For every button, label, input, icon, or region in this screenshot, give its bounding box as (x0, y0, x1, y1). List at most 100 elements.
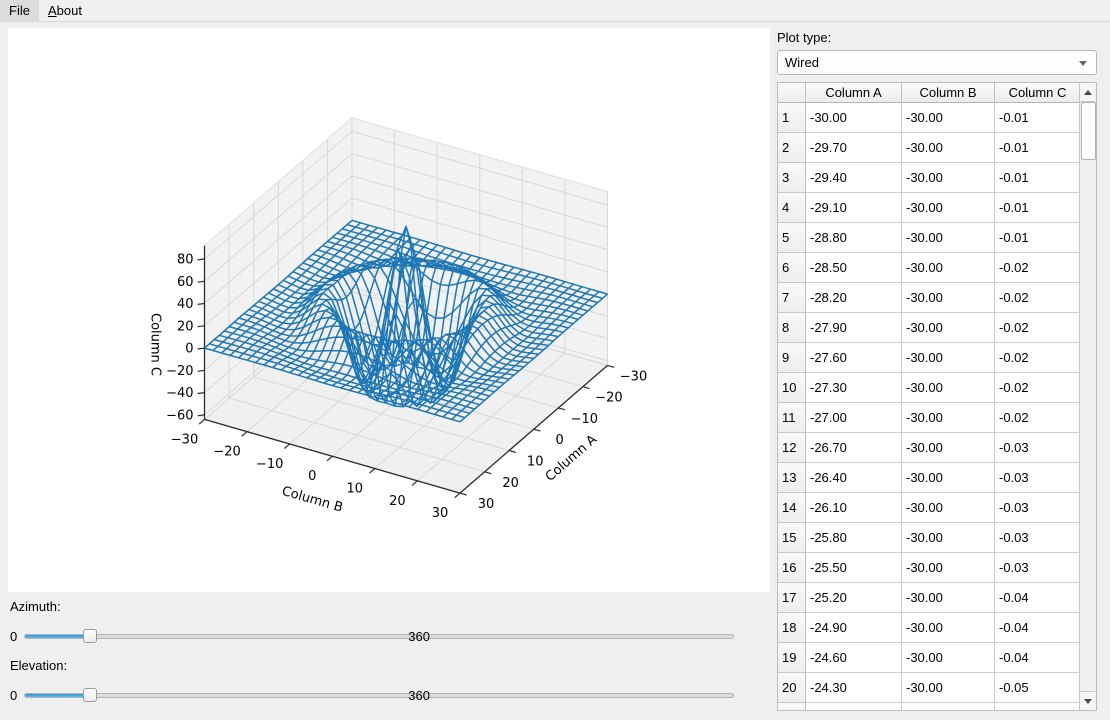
cell-column-c[interactable]: -0.03 (995, 493, 1081, 523)
table-row[interactable]: 6-28.50-30.00-0.02 (778, 253, 1081, 283)
row-number-cell[interactable]: 14 (778, 493, 806, 523)
cell-column-b[interactable]: -30.00 (902, 583, 995, 613)
table-header-column-a[interactable]: Column A (806, 83, 902, 103)
cell-column-c[interactable]: -0.03 (995, 463, 1081, 493)
row-number-cell[interactable]: 2 (778, 133, 806, 163)
scrollbar-thumb[interactable] (1081, 102, 1096, 160)
cell-column-a[interactable]: -26.10 (806, 493, 902, 523)
cell-column-a[interactable]: -28.20 (806, 283, 902, 313)
table-scrollbar[interactable] (1079, 83, 1096, 710)
row-number-cell[interactable]: 8 (778, 313, 806, 343)
cell-column-a[interactable]: -28.80 (806, 223, 902, 253)
table-row[interactable]: 12-26.70-30.00-0.03 (778, 433, 1081, 463)
wireframe-3d-plot[interactable]: −30−20−1001020303020100−10−20−30−60−40−2… (8, 28, 770, 592)
row-number-cell[interactable]: 12 (778, 433, 806, 463)
cell-column-a[interactable]: -28.50 (806, 253, 902, 283)
cell-column-c[interactable]: -0.02 (995, 373, 1081, 403)
row-number-cell[interactable] (778, 703, 806, 711)
plot-type-select[interactable]: Wired (777, 50, 1097, 75)
table-row[interactable]: 1-30.00-30.00-0.01 (778, 103, 1081, 133)
row-number-cell[interactable]: 6 (778, 253, 806, 283)
elevation-slider-handle[interactable] (83, 688, 97, 702)
cell-column-c[interactable]: -0.01 (995, 193, 1081, 223)
cell-column-b[interactable]: -30.00 (902, 223, 995, 253)
row-number-cell[interactable]: 5 (778, 223, 806, 253)
cell-column-a[interactable]: -24.90 (806, 613, 902, 643)
cell-column-b[interactable]: -30.00 (902, 463, 995, 493)
scrollbar-up-button[interactable] (1080, 83, 1095, 102)
cell-column-a[interactable]: -27.30 (806, 373, 902, 403)
table-row[interactable]: 17-25.20-30.00-0.04 (778, 583, 1081, 613)
row-number-cell[interactable]: 18 (778, 613, 806, 643)
cell-column-a[interactable]: -27.90 (806, 313, 902, 343)
cell-column-a[interactable]: -25.80 (806, 523, 902, 553)
row-number-cell[interactable]: 4 (778, 193, 806, 223)
cell-column-a[interactable]: -25.50 (806, 553, 902, 583)
table-header-column-c[interactable]: Column C (995, 83, 1081, 103)
cell-column-a[interactable]: -24.30 (806, 673, 902, 703)
row-number-cell[interactable]: 10 (778, 373, 806, 403)
cell-column-c[interactable]: -0.02 (995, 313, 1081, 343)
row-number-cell[interactable]: 15 (778, 523, 806, 553)
table-header-column-b[interactable]: Column B (902, 83, 995, 103)
cell-empty[interactable] (902, 703, 995, 711)
row-number-cell[interactable]: 11 (778, 403, 806, 433)
cell-column-b[interactable]: -30.00 (902, 613, 995, 643)
cell-column-b[interactable]: -30.00 (902, 133, 995, 163)
cell-column-c[interactable]: -0.03 (995, 433, 1081, 463)
table-row[interactable]: 2-29.70-30.00-0.01 (778, 133, 1081, 163)
table-row[interactable]: 18-24.90-30.00-0.04 (778, 613, 1081, 643)
cell-column-a[interactable]: -29.10 (806, 193, 902, 223)
cell-column-b[interactable]: -30.00 (902, 493, 995, 523)
cell-column-c[interactable]: -0.01 (995, 163, 1081, 193)
cell-column-c[interactable]: -0.02 (995, 253, 1081, 283)
table-row[interactable]: 19-24.60-30.00-0.04 (778, 643, 1081, 673)
table-row[interactable]: 15-25.80-30.00-0.03 (778, 523, 1081, 553)
menu-item-file[interactable]: File (0, 0, 39, 21)
table-row[interactable]: 10-27.30-30.00-0.02 (778, 373, 1081, 403)
cell-column-b[interactable]: -30.00 (902, 313, 995, 343)
cell-column-b[interactable]: -30.00 (902, 103, 995, 133)
table-row[interactable]: 9-27.60-30.00-0.02 (778, 343, 1081, 373)
cell-column-b[interactable]: -30.00 (902, 643, 995, 673)
cell-column-c[interactable]: -0.03 (995, 553, 1081, 583)
cell-column-c[interactable]: -0.02 (995, 283, 1081, 313)
cell-column-b[interactable]: -30.00 (902, 403, 995, 433)
cell-column-b[interactable]: -30.00 (902, 253, 995, 283)
table-row[interactable]: 20-24.30-30.00-0.05 (778, 673, 1081, 703)
table-row[interactable]: 13-26.40-30.00-0.03 (778, 463, 1081, 493)
row-number-cell[interactable]: 16 (778, 553, 806, 583)
row-number-cell[interactable]: 9 (778, 343, 806, 373)
cell-column-c[interactable]: -0.04 (995, 583, 1081, 613)
table-row[interactable]: 16-25.50-30.00-0.03 (778, 553, 1081, 583)
cell-column-c[interactable]: -0.02 (995, 343, 1081, 373)
cell-column-b[interactable]: -30.00 (902, 283, 995, 313)
row-number-cell[interactable]: 19 (778, 643, 806, 673)
cell-column-a[interactable]: -26.40 (806, 463, 902, 493)
cell-column-b[interactable]: -30.00 (902, 163, 995, 193)
row-number-cell[interactable]: 7 (778, 283, 806, 313)
cell-column-c[interactable]: -0.05 (995, 673, 1081, 703)
cell-empty[interactable] (995, 703, 1081, 711)
cell-column-c[interactable]: -0.01 (995, 223, 1081, 253)
cell-column-b[interactable]: -30.00 (902, 523, 995, 553)
menu-item-about[interactable]: About (39, 0, 91, 21)
cell-column-b[interactable]: -30.00 (902, 553, 995, 583)
cell-column-c[interactable]: -0.04 (995, 643, 1081, 673)
cell-column-b[interactable]: -30.00 (902, 433, 995, 463)
scrollbar-down-button[interactable] (1080, 691, 1095, 710)
cell-column-a[interactable]: -25.20 (806, 583, 902, 613)
cell-column-c[interactable]: -0.04 (995, 613, 1081, 643)
azimuth-slider-handle[interactable] (83, 629, 97, 643)
table-row[interactable]: 4-29.10-30.00-0.01 (778, 193, 1081, 223)
row-number-cell[interactable]: 1 (778, 103, 806, 133)
cell-column-b[interactable]: -30.00 (902, 193, 995, 223)
cell-column-b[interactable]: -30.00 (902, 673, 995, 703)
cell-column-a[interactable]: -26.70 (806, 433, 902, 463)
cell-column-a[interactable]: -29.70 (806, 133, 902, 163)
cell-column-c[interactable]: -0.01 (995, 133, 1081, 163)
table-row[interactable]: 5-28.80-30.00-0.01 (778, 223, 1081, 253)
cell-column-a[interactable]: -29.40 (806, 163, 902, 193)
cell-column-a[interactable]: -24.60 (806, 643, 902, 673)
cell-column-a[interactable]: -27.00 (806, 403, 902, 433)
